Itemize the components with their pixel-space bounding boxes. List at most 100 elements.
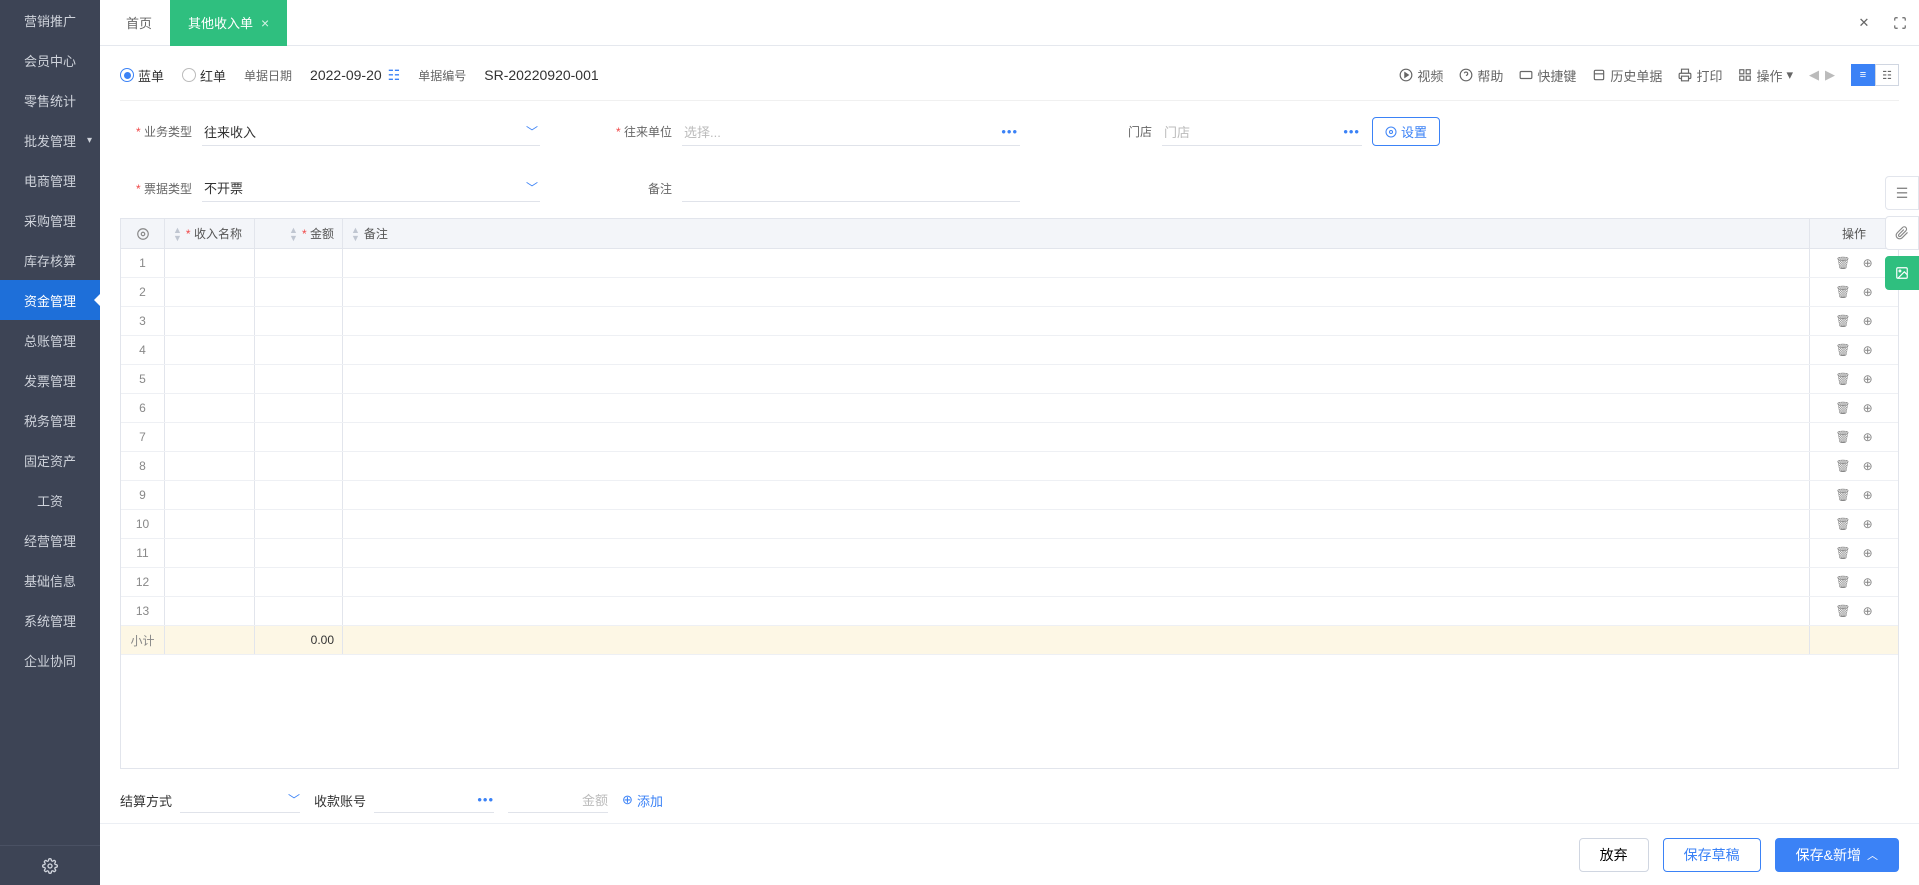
fullscreen-icon[interactable] [1889, 12, 1911, 34]
table-row[interactable]: 8🗑⊕ [121, 452, 1898, 481]
date-value[interactable]: 2022-09-20☷ [310, 67, 400, 84]
settings-button[interactable]: 设置 [1372, 117, 1440, 146]
ellipsis-icon[interactable]: ••• [1001, 124, 1018, 139]
row-add-icon[interactable]: ⊕ [1863, 401, 1873, 415]
table-row[interactable]: 9🗑⊕ [121, 481, 1898, 510]
ellipsis-icon[interactable]: ••• [1343, 124, 1360, 139]
tab-close-icon[interactable]: × [261, 15, 269, 31]
sidebar-item-8[interactable]: 总账管理 [0, 320, 100, 360]
rside-attach-icon[interactable] [1885, 216, 1919, 250]
table-row[interactable]: 4🗑⊕ [121, 336, 1898, 365]
col-income-name[interactable]: ▲▼收入名称 [165, 219, 255, 248]
remark-input[interactable] [682, 174, 1020, 202]
row-delete-icon[interactable]: 🗑 [1835, 343, 1850, 357]
sidebar-item-13[interactable]: 经营管理 [0, 520, 100, 560]
save-new-button[interactable]: 保存&新增︿ [1775, 838, 1899, 872]
row-add-icon[interactable]: ⊕ [1863, 343, 1873, 357]
view-list-icon[interactable]: ≡ [1851, 64, 1875, 86]
row-delete-icon[interactable]: 🗑 [1835, 517, 1850, 531]
sidebar-item-15[interactable]: 系统管理 [0, 600, 100, 640]
save-draft-button[interactable]: 保存草稿 [1663, 838, 1761, 872]
party-select[interactable]: 选择...••• [682, 118, 1020, 146]
table-row[interactable]: 10🗑⊕ [121, 510, 1898, 539]
row-delete-icon[interactable]: 🗑 [1835, 546, 1850, 560]
invoice-select[interactable]: 不开票﹀ [202, 174, 540, 202]
row-delete-icon[interactable]: 🗑 [1835, 575, 1850, 589]
row-delete-icon[interactable]: 🗑 [1835, 430, 1850, 444]
view-card-icon[interactable]: ☷ [1875, 64, 1899, 86]
sidebar-item-10[interactable]: 税务管理 [0, 400, 100, 440]
video-link[interactable]: 视频 [1399, 66, 1443, 85]
radio-blue[interactable]: 蓝单 [120, 66, 164, 85]
col-note[interactable]: ▲▼备注 [343, 219, 1810, 248]
settle-account-select[interactable]: ••• [374, 787, 494, 813]
calendar-icon[interactable]: ☷ [388, 67, 401, 83]
row-delete-icon[interactable]: 🗑 [1835, 401, 1850, 415]
rside-image-icon[interactable] [1885, 256, 1919, 290]
row-delete-icon[interactable]: 🗑 [1835, 488, 1850, 502]
nav-next-icon[interactable]: ▶ [1825, 67, 1835, 83]
sidebar-item-0[interactable]: 营销推广 [0, 0, 100, 40]
grid-config-icon[interactable] [121, 219, 165, 248]
row-add-icon[interactable]: ⊕ [1863, 517, 1873, 531]
tab-current[interactable]: 其他收入单 × [170, 0, 287, 46]
table-row[interactable]: 13🗑⊕ [121, 597, 1898, 626]
settle-add-link[interactable]: ⊕添加 [622, 791, 663, 810]
radio-red[interactable]: 红单 [182, 66, 226, 85]
shortcut-link[interactable]: 快捷键 [1519, 66, 1576, 85]
row-add-icon[interactable]: ⊕ [1863, 430, 1873, 444]
sidebar-item-6[interactable]: 库存核算 [0, 240, 100, 280]
row-delete-icon[interactable]: 🗑 [1835, 256, 1850, 270]
sidebar-item-14[interactable]: 基础信息 [0, 560, 100, 600]
row-delete-icon[interactable]: 🗑 [1835, 314, 1850, 328]
tab-home[interactable]: 首页 [108, 0, 170, 46]
rside-note-icon[interactable]: ☰ [1885, 176, 1919, 210]
print-link[interactable]: 打印 [1678, 66, 1722, 85]
row-add-icon[interactable]: ⊕ [1863, 575, 1873, 589]
row-add-icon[interactable]: ⊕ [1863, 256, 1873, 270]
col-amount[interactable]: ▲▼金额 [255, 219, 343, 248]
tab-close-all-icon[interactable]: ✕ [1853, 12, 1875, 34]
sidebar-item-4[interactable]: 电商管理 [0, 160, 100, 200]
row-delete-icon[interactable]: 🗑 [1835, 372, 1850, 386]
action-dropdown[interactable]: 操作 ▾ [1738, 66, 1793, 85]
table-row[interactable]: 11🗑⊕ [121, 539, 1898, 568]
biztype-label: 业务类型 [120, 123, 192, 140]
sidebar-item-16[interactable]: 企业协同 [0, 640, 100, 680]
row-add-icon[interactable]: ⊕ [1863, 604, 1873, 618]
row-add-icon[interactable]: ⊕ [1863, 285, 1873, 299]
table-row[interactable]: 6🗑⊕ [121, 394, 1898, 423]
sidebar-item-7[interactable]: 资金管理 [0, 280, 100, 320]
table-row[interactable]: 7🗑⊕ [121, 423, 1898, 452]
sidebar-item-1[interactable]: 会员中心 [0, 40, 100, 80]
sidebar-item-12[interactable]: 工资 [0, 480, 100, 520]
sidebar-item-9[interactable]: 发票管理 [0, 360, 100, 400]
discard-button[interactable]: 放弃 [1579, 838, 1649, 872]
sidebar-item-2[interactable]: 零售统计 [0, 80, 100, 120]
row-add-icon[interactable]: ⊕ [1863, 459, 1873, 473]
sidebar-item-3[interactable]: 批发管理 [0, 120, 100, 160]
row-add-icon[interactable]: ⊕ [1863, 546, 1873, 560]
nav-prev-icon[interactable]: ◀ [1809, 67, 1819, 83]
table-row[interactable]: 1🗑⊕ [121, 249, 1898, 278]
sidebar-settings[interactable] [0, 845, 100, 885]
biztype-select[interactable]: 往来收入﹀ [202, 118, 540, 146]
row-delete-icon[interactable]: 🗑 [1835, 459, 1850, 473]
row-delete-icon[interactable]: 🗑 [1835, 604, 1850, 618]
help-link[interactable]: 帮助 [1459, 66, 1503, 85]
row-add-icon[interactable]: ⊕ [1863, 314, 1873, 328]
table-row[interactable]: 3🗑⊕ [121, 307, 1898, 336]
table-row[interactable]: 12🗑⊕ [121, 568, 1898, 597]
store-select[interactable]: 门店••• [1162, 118, 1362, 146]
row-add-icon[interactable]: ⊕ [1863, 372, 1873, 386]
sidebar-item-11[interactable]: 固定资产 [0, 440, 100, 480]
settle-amount-input[interactable]: 金额 [508, 787, 608, 813]
table-row[interactable]: 5🗑⊕ [121, 365, 1898, 394]
ellipsis-icon[interactable]: ••• [477, 792, 494, 807]
table-row[interactable]: 2🗑⊕ [121, 278, 1898, 307]
row-delete-icon[interactable]: 🗑 [1835, 285, 1850, 299]
history-link[interactable]: 历史单据 [1592, 66, 1662, 85]
sidebar-item-5[interactable]: 采购管理 [0, 200, 100, 240]
settle-method-select[interactable]: ﹀ [180, 787, 300, 813]
row-add-icon[interactable]: ⊕ [1863, 488, 1873, 502]
